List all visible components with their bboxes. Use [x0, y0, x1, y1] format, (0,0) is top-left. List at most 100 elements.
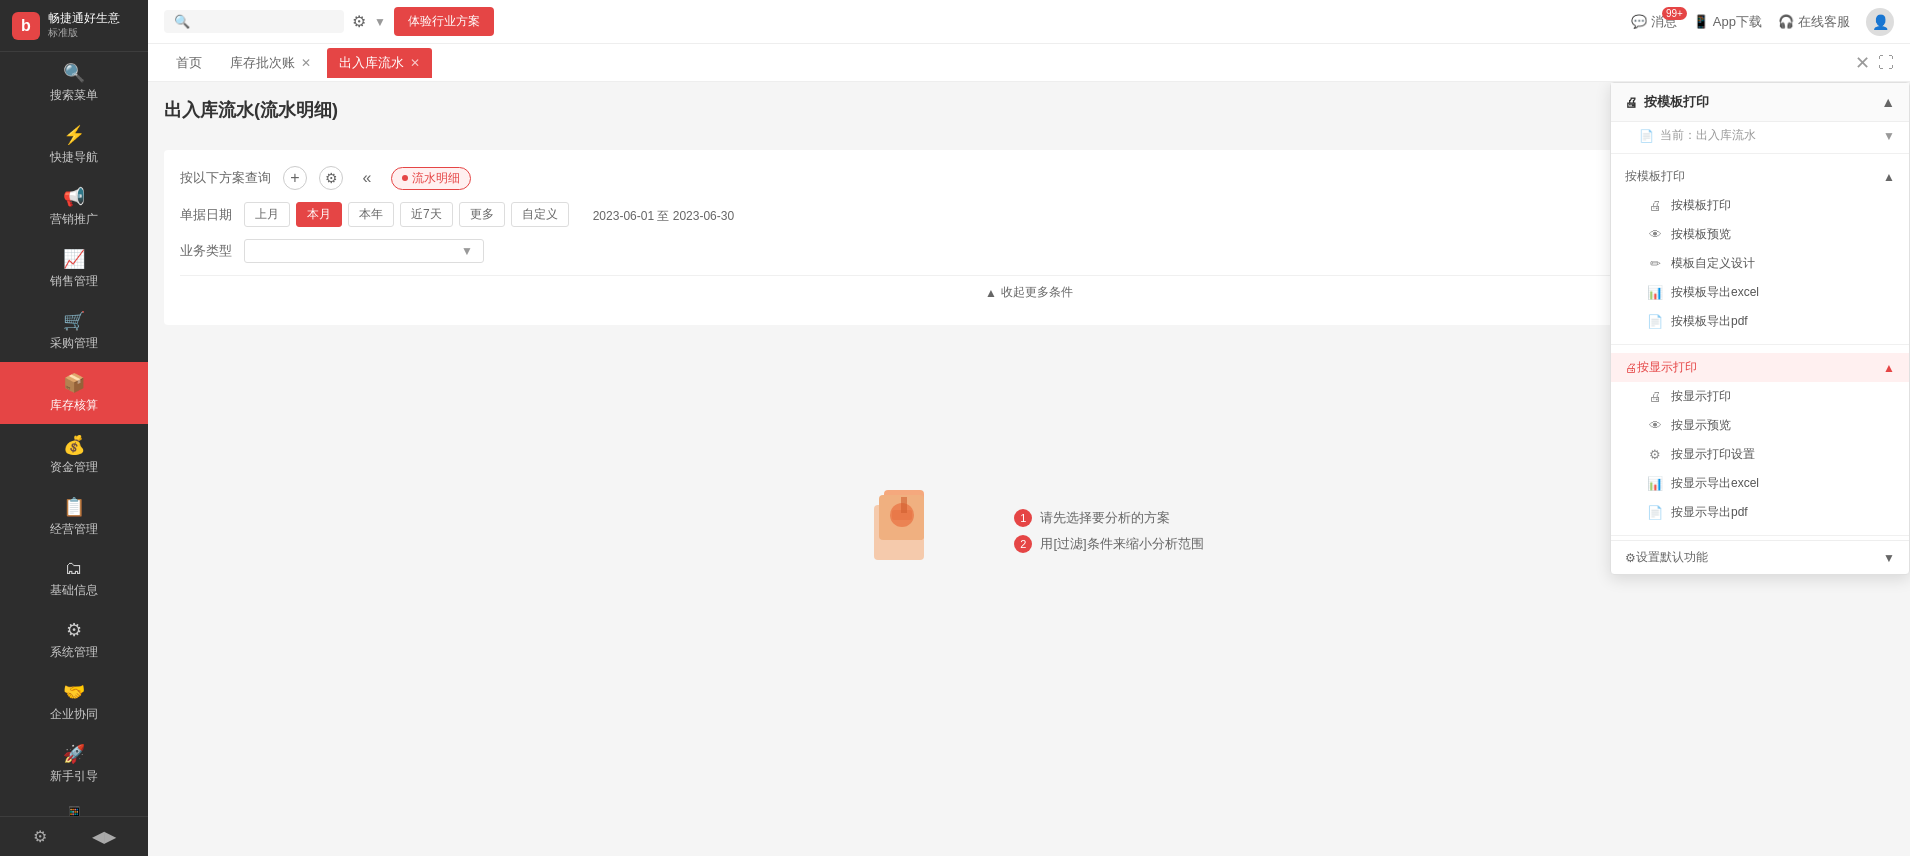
display-section-toggle: ▲ — [1883, 361, 1895, 375]
printer-icon: 🖨 — [1647, 389, 1663, 404]
tabs-close-all-icon[interactable]: ✕ — [1855, 52, 1870, 74]
sidebar-item-operations[interactable]: 📋 经营管理 — [0, 486, 148, 548]
empty-hint-1: 1 请先选择要分析的方案 — [1014, 509, 1203, 527]
print-icon: 🖨 — [1625, 95, 1638, 110]
excel-icon: 📊 — [1647, 285, 1663, 300]
template-export-pdf-label: 按模板导出pdf — [1671, 313, 1748, 330]
app-name: 畅捷通好生意 — [48, 11, 120, 27]
footer-dropdown-icon: ▼ — [1883, 551, 1895, 565]
message-icon: 💬 — [1631, 14, 1647, 29]
sales-icon: 📈 — [63, 248, 85, 270]
display-export-excel-label: 按显示导出excel — [1671, 475, 1759, 492]
trial-btn[interactable]: 体验行业方案 — [394, 7, 494, 36]
sidebar-item-label: 营销推广 — [50, 211, 98, 228]
date-btn-current-year[interactable]: 本年 — [348, 202, 394, 227]
display-export-pdf-item[interactable]: 📄 按显示导出pdf — [1611, 498, 1909, 527]
sidebar-collapse-icon[interactable]: ◀▶ — [92, 827, 116, 846]
messages-badge[interactable]: 💬 消息 99+ — [1631, 13, 1677, 31]
date-btn-current-month[interactable]: 本月 — [296, 202, 342, 227]
sidebar-item-sales[interactable]: 📈 销售管理 — [0, 238, 148, 300]
hint-num-1: 1 — [1014, 509, 1032, 527]
sidebar-item-basic-info[interactable]: 🗂 基础信息 — [0, 548, 148, 609]
filter-add-btn[interactable]: + — [283, 166, 307, 190]
template-print-section-header[interactable]: 按模板打印 ▲ — [1611, 162, 1909, 191]
sidebar-item-cooperation[interactable]: 🤝 企业协同 — [0, 671, 148, 733]
display-section-icon: 🖨 — [1625, 361, 1637, 375]
inventory-icon: 📦 — [63, 372, 85, 394]
sidebar-item-app-center[interactable]: 📱 应用中心 — [0, 795, 148, 816]
date-btn-custom[interactable]: 自定义 — [511, 202, 569, 227]
date-btn-last-month[interactable]: 上月 — [244, 202, 290, 227]
tab-home[interactable]: 首页 — [164, 48, 214, 78]
display-print-item[interactable]: 🖨 按显示打印 — [1611, 382, 1909, 411]
template-export-excel-item[interactable]: 📊 按模板导出excel — [1611, 278, 1909, 307]
filter-settings-btn[interactable]: ⚙ — [319, 166, 343, 190]
sidebar-item-label: 经营管理 — [50, 521, 98, 538]
purchase-icon: 🛒 — [63, 310, 85, 332]
sidebar-item-label: 新手引导 — [50, 768, 98, 785]
date-btn-7days[interactable]: 近7天 — [400, 202, 453, 227]
sidebar-item-system[interactable]: ⚙ 系统管理 — [0, 609, 148, 671]
display-print-section-header[interactable]: 🖨 按显示打印 ▲ — [1611, 353, 1909, 382]
date-btn-more[interactable]: 更多 — [459, 202, 505, 227]
sidebar-item-beginner[interactable]: 🚀 新手引导 — [0, 733, 148, 795]
tabs-expand-icon[interactable]: ⛶ — [1878, 54, 1894, 72]
sidebar-item-inventory[interactable]: 📦 库存核算 — [0, 362, 148, 424]
display-print-settings-item[interactable]: ⚙ 按显示打印设置 — [1611, 440, 1909, 469]
business-type-select[interactable]: ▼ — [244, 239, 484, 263]
sidebar-item-quick-nav[interactable]: ⚡ 快捷导航 — [0, 114, 148, 176]
svg-marker-5 — [901, 497, 907, 513]
tab-flow[interactable]: 出入库流水 ✕ — [327, 48, 432, 78]
sidebar-item-purchase[interactable]: 🛒 采购管理 — [0, 300, 148, 362]
sidebar-item-label: 销售管理 — [50, 273, 98, 290]
main-area: 🔍 ⚙ ▼ 体验行业方案 💬 消息 99+ 📱 App下载 🎧 在线客服 👤 — [148, 0, 1910, 856]
print-panel-header: 🖨 按模板打印 ▲ — [1611, 83, 1909, 122]
app-download-link[interactable]: 📱 App下载 — [1693, 13, 1762, 31]
content-area: 出入库流水(流水明细) 🖨 按模板打印 ▲ | ↑ 导出 ↺ 刷新 — [148, 82, 1910, 856]
print-footer-label: 设置默认功能 — [1636, 549, 1708, 566]
print-panel-footer[interactable]: ⚙ 设置默认功能 ▼ — [1611, 540, 1909, 574]
tab-batch-account-close[interactable]: ✕ — [301, 56, 311, 70]
template-print-item[interactable]: 🖨 按模板打印 — [1611, 191, 1909, 220]
user-avatar[interactable]: 👤 — [1866, 8, 1894, 36]
display-preview-item[interactable]: 👁 按显示预览 — [1611, 411, 1909, 440]
date-filter-label: 单据日期 — [180, 206, 232, 224]
tab-home-label: 首页 — [176, 54, 202, 72]
empty-illustration — [854, 455, 974, 594]
sidebar-settings-icon[interactable]: ⚙ — [33, 827, 47, 846]
sidebar-item-label: 快捷导航 — [50, 149, 98, 166]
topbar: 🔍 ⚙ ▼ 体验行业方案 💬 消息 99+ 📱 App下载 🎧 在线客服 👤 — [148, 0, 1910, 44]
topbar-dropdown-icon[interactable]: ▼ — [374, 15, 386, 29]
template-preview-label: 按模板预览 — [1671, 226, 1731, 243]
template-export-pdf-item[interactable]: 📄 按模板导出pdf — [1611, 307, 1909, 336]
date-range: 2023-06-01 至 2023-06-30 — [593, 208, 734, 225]
display-preview-label: 按显示预览 — [1671, 417, 1731, 434]
hint-text-1: 请先选择要分析的方案 — [1040, 509, 1170, 527]
app-edition: 标准版 — [48, 26, 120, 40]
print-panel-collapse-icon[interactable]: ▲ — [1881, 94, 1895, 110]
topbar-gear-icon[interactable]: ⚙ — [352, 12, 366, 31]
search-input[interactable] — [194, 15, 334, 29]
tab-flow-close[interactable]: ✕ — [410, 56, 420, 70]
preview-icon: 👁 — [1647, 418, 1663, 433]
online-service-link[interactable]: 🎧 在线客服 — [1778, 13, 1850, 31]
topbar-search-box[interactable]: 🔍 — [164, 10, 344, 33]
tab-batch-account[interactable]: 库存批次账 ✕ — [218, 48, 323, 78]
template-custom-item[interactable]: ✏ 模板自定义设计 — [1611, 249, 1909, 278]
sidebar-item-label: 基础信息 — [50, 582, 98, 599]
excel-icon: 📊 — [1647, 476, 1663, 491]
sidebar-bottom: ⚙ ◀▶ — [0, 816, 148, 856]
sidebar-item-label: 企业协同 — [50, 706, 98, 723]
marketing-icon: 📢 — [63, 186, 85, 208]
sidebar-item-search[interactable]: 🔍 搜索菜单 — [0, 52, 148, 114]
filter-collapse-btn[interactable]: « — [355, 166, 379, 190]
current-dropdown-icon[interactable]: ▼ — [1883, 129, 1895, 143]
sidebar-item-marketing[interactable]: 📢 营销推广 — [0, 176, 148, 238]
chevron-up-icon: ▲ — [985, 286, 997, 300]
template-preview-item[interactable]: 👁 按模板预览 — [1611, 220, 1909, 249]
current-label-text: 当前：出入库流水 — [1660, 127, 1756, 144]
search-icon: 🔍 — [63, 62, 85, 84]
display-export-excel-item[interactable]: 📊 按显示导出excel — [1611, 469, 1909, 498]
app-name-block: 畅捷通好生意 标准版 — [48, 11, 120, 41]
sidebar-item-finance[interactable]: 💰 资金管理 — [0, 424, 148, 486]
